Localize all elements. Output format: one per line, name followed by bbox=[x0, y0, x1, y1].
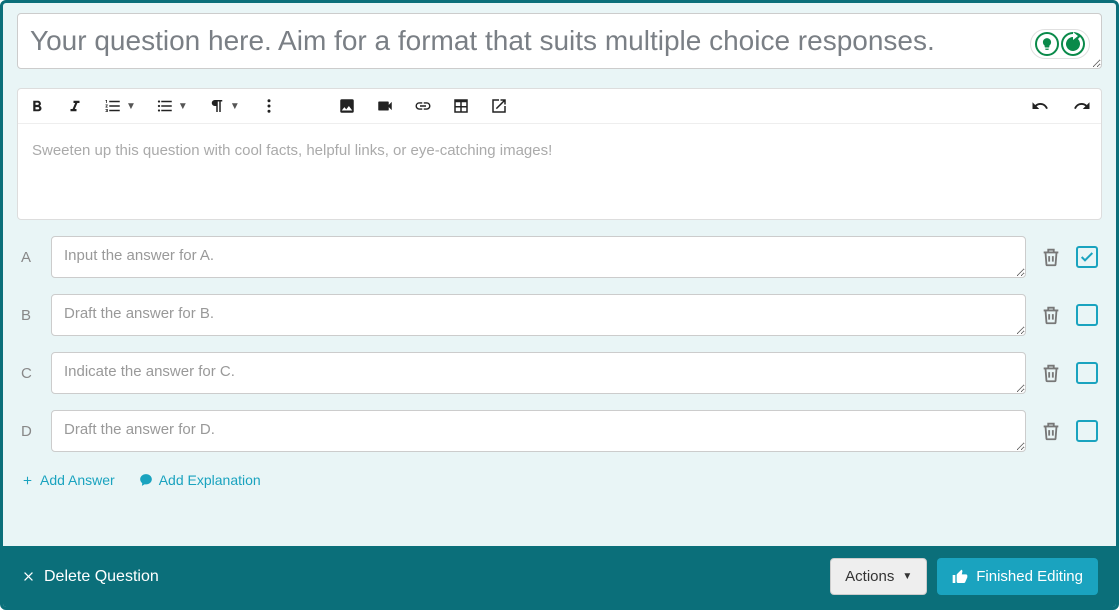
insert-link-button[interactable] bbox=[414, 97, 432, 115]
grammarly-badges bbox=[1030, 29, 1090, 59]
answer-row-c: C bbox=[21, 352, 1098, 394]
grammarly-tone-icon[interactable] bbox=[1035, 32, 1059, 56]
answer-letter: A bbox=[21, 249, 37, 266]
paragraph-format-button[interactable]: ▼ bbox=[208, 97, 240, 115]
grammarly-icon[interactable] bbox=[1061, 32, 1085, 56]
delete-answer-icon[interactable] bbox=[1040, 246, 1062, 268]
delete-question-button[interactable]: Delete Question bbox=[21, 568, 159, 586]
correct-answer-checkbox[interactable] bbox=[1076, 420, 1098, 442]
bold-button[interactable] bbox=[28, 97, 46, 115]
delete-answer-icon[interactable] bbox=[1040, 362, 1062, 384]
question-input-wrap bbox=[17, 13, 1102, 74]
insert-table-button[interactable] bbox=[452, 97, 470, 115]
delete-answer-icon[interactable] bbox=[1040, 420, 1062, 442]
answer-input-c[interactable] bbox=[51, 352, 1026, 394]
insert-image-button[interactable] bbox=[338, 97, 356, 115]
open-external-button[interactable] bbox=[490, 97, 508, 115]
answer-row-b: B bbox=[21, 294, 1098, 336]
ordered-list-button[interactable]: ▼ bbox=[104, 97, 136, 115]
editor-toolbar: ▼ ▼ ▼ bbox=[18, 89, 1101, 124]
add-answer-link[interactable]: Add Answer bbox=[21, 472, 115, 488]
answer-input-a[interactable] bbox=[51, 236, 1026, 278]
question-input[interactable] bbox=[17, 13, 1102, 69]
correct-answer-checkbox[interactable] bbox=[1076, 246, 1098, 268]
redo-button[interactable] bbox=[1073, 97, 1091, 115]
answers-section: A B C D Add Answer Add Explanation bbox=[3, 220, 1116, 546]
add-explanation-link[interactable]: Add Explanation bbox=[139, 472, 261, 488]
question-editor-panel: ▼ ▼ ▼ bbox=[0, 0, 1119, 610]
actions-dropdown[interactable]: Actions▼ bbox=[830, 558, 927, 595]
insert-video-button[interactable] bbox=[376, 97, 394, 115]
rich-text-body[interactable]: Sweeten up this question with cool facts… bbox=[18, 124, 1101, 219]
answer-row-d: D bbox=[21, 410, 1098, 452]
delete-answer-icon[interactable] bbox=[1040, 304, 1062, 326]
correct-answer-checkbox[interactable] bbox=[1076, 362, 1098, 384]
correct-answer-checkbox[interactable] bbox=[1076, 304, 1098, 326]
finished-editing-button[interactable]: Finished Editing bbox=[937, 558, 1098, 595]
answer-letter: B bbox=[21, 307, 37, 324]
rich-text-editor: ▼ ▼ ▼ bbox=[17, 88, 1102, 220]
italic-button[interactable] bbox=[66, 97, 84, 115]
answer-input-d[interactable] bbox=[51, 410, 1026, 452]
answer-input-b[interactable] bbox=[51, 294, 1026, 336]
more-button[interactable] bbox=[260, 97, 278, 115]
unordered-list-button[interactable]: ▼ bbox=[156, 97, 188, 115]
answer-letter: C bbox=[21, 365, 37, 382]
footer-bar: Delete Question Actions▼ Finished Editin… bbox=[3, 546, 1116, 607]
undo-button[interactable] bbox=[1031, 97, 1049, 115]
answer-row-a: A bbox=[21, 236, 1098, 278]
answer-letter: D bbox=[21, 423, 37, 440]
